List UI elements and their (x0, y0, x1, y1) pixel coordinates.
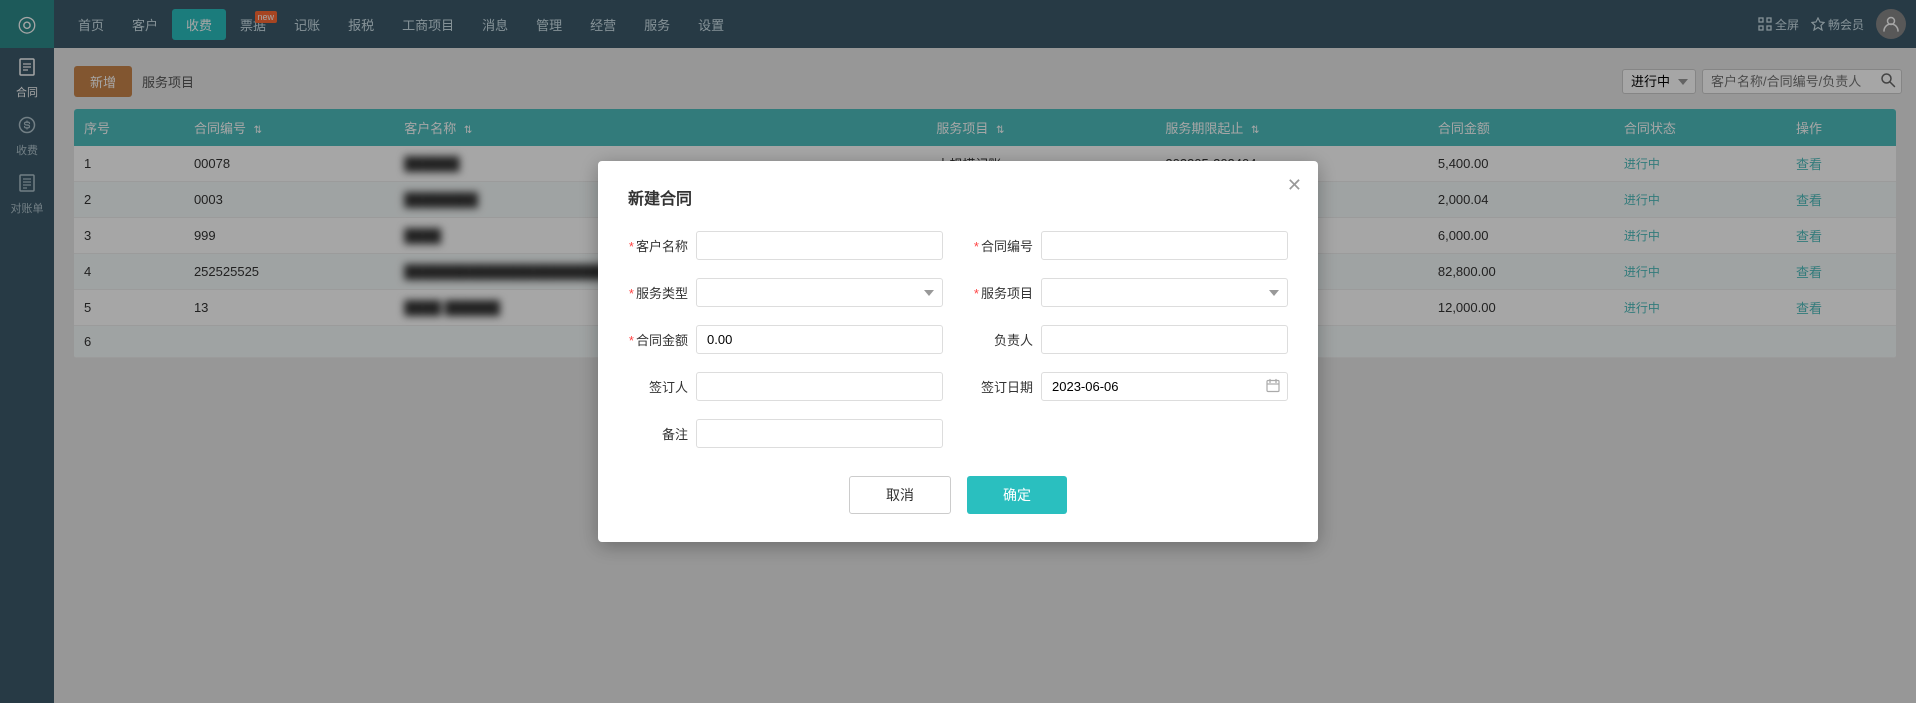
form-row-2: *服务类型 *服务项目 (628, 278, 1288, 307)
content-area: 新增 服务项目 进行中 已完成 已终止 序号 合同编号 (54, 48, 1916, 703)
dialog-footer: 取消 确定 (628, 476, 1288, 514)
service-type-label: *服务类型 (628, 283, 688, 302)
sign-date-input[interactable] (1041, 372, 1288, 401)
form-row-1: *客户名称 *合同编号 (628, 231, 1288, 260)
required-star-4: * (974, 286, 979, 301)
service-item-select-wrap (1041, 278, 1288, 307)
form-row-3: *合同金额 负责人 (628, 325, 1288, 354)
required-star-3: * (629, 286, 634, 301)
calendar-icon[interactable] (1266, 378, 1280, 395)
create-contract-dialog: ✕ 新建合同 *客户名称 *合同编号 (598, 161, 1318, 542)
service-type-select[interactable] (696, 278, 943, 307)
cancel-button[interactable]: 取消 (849, 476, 951, 514)
service-item-select[interactable] (1041, 278, 1288, 307)
main-area: 首页 客户 收费 票据 new 记账 报税 工商项目 消息 管理 经营 服务 设… (54, 0, 1916, 703)
form-row-4: 签订人 签订日期 (628, 372, 1288, 401)
form-group-signer: 签订人 (628, 372, 943, 401)
contract-amount-input[interactable] (696, 325, 943, 354)
sign-date-label: 签订日期 (973, 377, 1033, 396)
responsible-person-label: 负责人 (973, 330, 1033, 349)
contract-no-label: *合同编号 (973, 236, 1033, 255)
dialog-close-button[interactable]: ✕ (1287, 175, 1302, 196)
service-item-label: *服务项目 (973, 283, 1033, 302)
modal-overlay: ✕ 新建合同 *客户名称 *合同编号 (54, 48, 1916, 703)
contract-amount-label: *合同金额 (628, 330, 688, 349)
required-star-2: * (974, 239, 979, 254)
form-row-5: 备注 (628, 419, 1288, 448)
sign-date-wrap (1041, 372, 1288, 401)
form-group-service-type: *服务类型 (628, 278, 943, 307)
form-group-amount: *合同金额 (628, 325, 943, 354)
form-group-service-item: *服务项目 (973, 278, 1288, 307)
signer-label: 签订人 (628, 377, 688, 396)
required-star-1: * (629, 239, 634, 254)
dialog-title: 新建合同 (628, 185, 1288, 209)
form-group-customer: *客户名称 (628, 231, 943, 260)
required-star-5: * (629, 333, 634, 348)
form-group-placeholder (973, 419, 1288, 448)
form-group-contract-no: *合同编号 (973, 231, 1288, 260)
customer-name-input[interactable] (696, 231, 943, 260)
contract-no-input[interactable] (1041, 231, 1288, 260)
form-group-responsible: 负责人 (973, 325, 1288, 354)
form-group-note: 备注 (628, 419, 943, 448)
responsible-person-input[interactable] (1041, 325, 1288, 354)
signer-input[interactable] (696, 372, 943, 401)
form-group-sign-date: 签订日期 (973, 372, 1288, 401)
note-label: 备注 (628, 424, 688, 443)
note-input[interactable] (696, 419, 943, 448)
customer-name-label: *客户名称 (628, 236, 688, 255)
confirm-button[interactable]: 确定 (967, 476, 1067, 514)
service-type-select-wrap (696, 278, 943, 307)
